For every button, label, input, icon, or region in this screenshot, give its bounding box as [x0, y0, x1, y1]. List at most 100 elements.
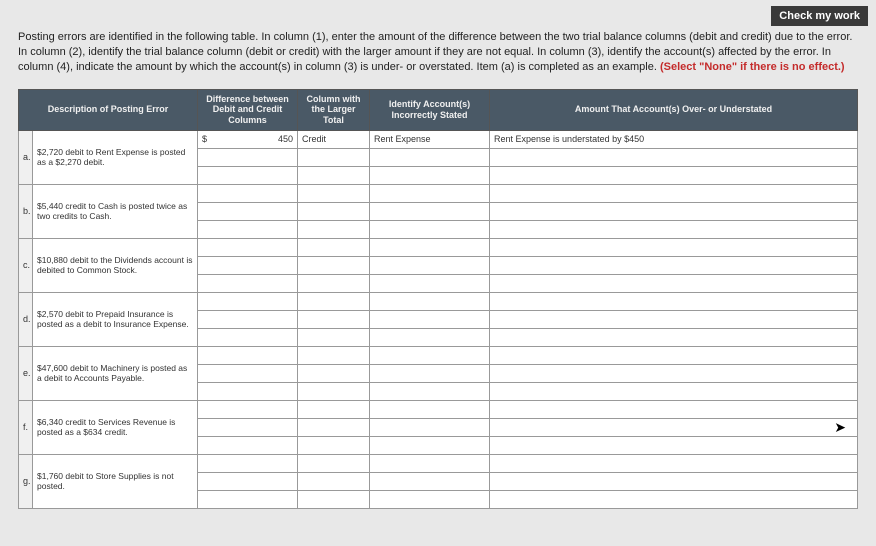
empty-input[interactable]: [370, 418, 490, 436]
empty-input[interactable]: [198, 220, 298, 238]
empty-input[interactable]: [370, 274, 490, 292]
empty-input[interactable]: [490, 220, 858, 238]
empty-input[interactable]: [370, 166, 490, 184]
identify-account-input[interactable]: [370, 238, 490, 256]
row-label: b.: [19, 184, 33, 238]
empty-input[interactable]: [198, 166, 298, 184]
identify-account-input[interactable]: Rent Expense: [370, 130, 490, 148]
identify-account-input[interactable]: [370, 184, 490, 202]
larger-total-input[interactable]: Credit: [298, 130, 370, 148]
empty-input[interactable]: [370, 436, 490, 454]
empty-input[interactable]: [198, 256, 298, 274]
empty-input[interactable]: [370, 364, 490, 382]
identify-account-input[interactable]: [370, 454, 490, 472]
header-description: Description of Posting Error: [19, 89, 198, 130]
empty-input[interactable]: [198, 436, 298, 454]
empty-input[interactable]: [298, 418, 370, 436]
empty-input[interactable]: [490, 472, 858, 490]
empty-input[interactable]: [298, 472, 370, 490]
larger-total-input[interactable]: [298, 184, 370, 202]
row-description: $2,720 debit to Rent Expense is posted a…: [33, 130, 198, 184]
empty-input[interactable]: [198, 364, 298, 382]
empty-input[interactable]: [490, 310, 858, 328]
empty-input[interactable]: [298, 148, 370, 166]
empty-input[interactable]: [298, 436, 370, 454]
difference-input[interactable]: [198, 346, 298, 364]
empty-input[interactable]: [490, 148, 858, 166]
empty-input[interactable]: [198, 202, 298, 220]
row-label: a.: [19, 130, 33, 184]
empty-input[interactable]: [370, 328, 490, 346]
empty-input[interactable]: [198, 310, 298, 328]
table-row: c.$10,880 debit to the Dividends account…: [19, 238, 858, 256]
identify-account-input[interactable]: [370, 292, 490, 310]
empty-input[interactable]: [298, 166, 370, 184]
larger-total-input[interactable]: [298, 346, 370, 364]
empty-input[interactable]: [370, 310, 490, 328]
empty-input[interactable]: [370, 202, 490, 220]
empty-input[interactable]: [490, 256, 858, 274]
identify-account-input[interactable]: [370, 400, 490, 418]
identify-account-input[interactable]: [370, 346, 490, 364]
difference-input[interactable]: [198, 454, 298, 472]
amount-over-under-input[interactable]: [490, 292, 858, 310]
empty-input[interactable]: [490, 166, 858, 184]
empty-input[interactable]: [298, 256, 370, 274]
empty-input[interactable]: [198, 328, 298, 346]
empty-input[interactable]: [370, 490, 490, 508]
empty-input[interactable]: [370, 148, 490, 166]
empty-input[interactable]: [490, 418, 858, 436]
table-row: b.$5,440 credit to Cash is posted twice …: [19, 184, 858, 202]
larger-total-input[interactable]: [298, 238, 370, 256]
empty-input[interactable]: [298, 490, 370, 508]
difference-input[interactable]: [198, 400, 298, 418]
header-amount: Amount That Account(s) Over- or Understa…: [490, 89, 858, 130]
larger-total-input[interactable]: [298, 400, 370, 418]
empty-input[interactable]: [198, 382, 298, 400]
empty-input[interactable]: [298, 364, 370, 382]
empty-input[interactable]: [198, 148, 298, 166]
row-label: c.: [19, 238, 33, 292]
empty-input[interactable]: [370, 256, 490, 274]
difference-input[interactable]: [198, 184, 298, 202]
empty-input[interactable]: [490, 436, 858, 454]
empty-input[interactable]: [198, 472, 298, 490]
empty-input[interactable]: [298, 220, 370, 238]
empty-input[interactable]: [298, 382, 370, 400]
empty-input[interactable]: [298, 202, 370, 220]
amount-over-under-input[interactable]: [490, 238, 858, 256]
empty-input[interactable]: [298, 310, 370, 328]
empty-input[interactable]: [370, 220, 490, 238]
table-row: d.$2,570 debit to Prepaid Insurance is p…: [19, 292, 858, 310]
empty-input[interactable]: [490, 202, 858, 220]
amount-over-under-input[interactable]: [490, 346, 858, 364]
empty-input[interactable]: [490, 328, 858, 346]
check-my-work-button[interactable]: Check my work: [771, 6, 868, 26]
amount-over-under-input[interactable]: [490, 400, 858, 418]
difference-input[interactable]: [198, 238, 298, 256]
difference-input[interactable]: [198, 292, 298, 310]
row-label: f.: [19, 400, 33, 454]
empty-input[interactable]: [298, 274, 370, 292]
amount-over-under-input[interactable]: [490, 454, 858, 472]
empty-input[interactable]: [198, 274, 298, 292]
header-identify: Identify Account(s) Incorrectly Stated: [370, 89, 490, 130]
difference-input[interactable]: $450: [198, 130, 298, 148]
amount-over-under-input[interactable]: [490, 184, 858, 202]
empty-input[interactable]: [370, 472, 490, 490]
empty-input[interactable]: [490, 364, 858, 382]
empty-input[interactable]: [490, 274, 858, 292]
empty-input[interactable]: [198, 490, 298, 508]
amount-over-under-input[interactable]: Rent Expense is understated by $450: [490, 130, 858, 148]
larger-total-input[interactable]: [298, 292, 370, 310]
empty-input[interactable]: [370, 382, 490, 400]
empty-input[interactable]: [298, 328, 370, 346]
larger-total-input[interactable]: [298, 454, 370, 472]
row-description: $1,760 debit to Store Supplies is not po…: [33, 454, 198, 508]
difference-value: 450: [216, 134, 293, 144]
empty-input[interactable]: [490, 490, 858, 508]
row-description: $10,880 debit to the Dividends account i…: [33, 238, 198, 292]
empty-input[interactable]: [490, 382, 858, 400]
table-row: a.$2,720 debit to Rent Expense is posted…: [19, 130, 858, 148]
empty-input[interactable]: [198, 418, 298, 436]
